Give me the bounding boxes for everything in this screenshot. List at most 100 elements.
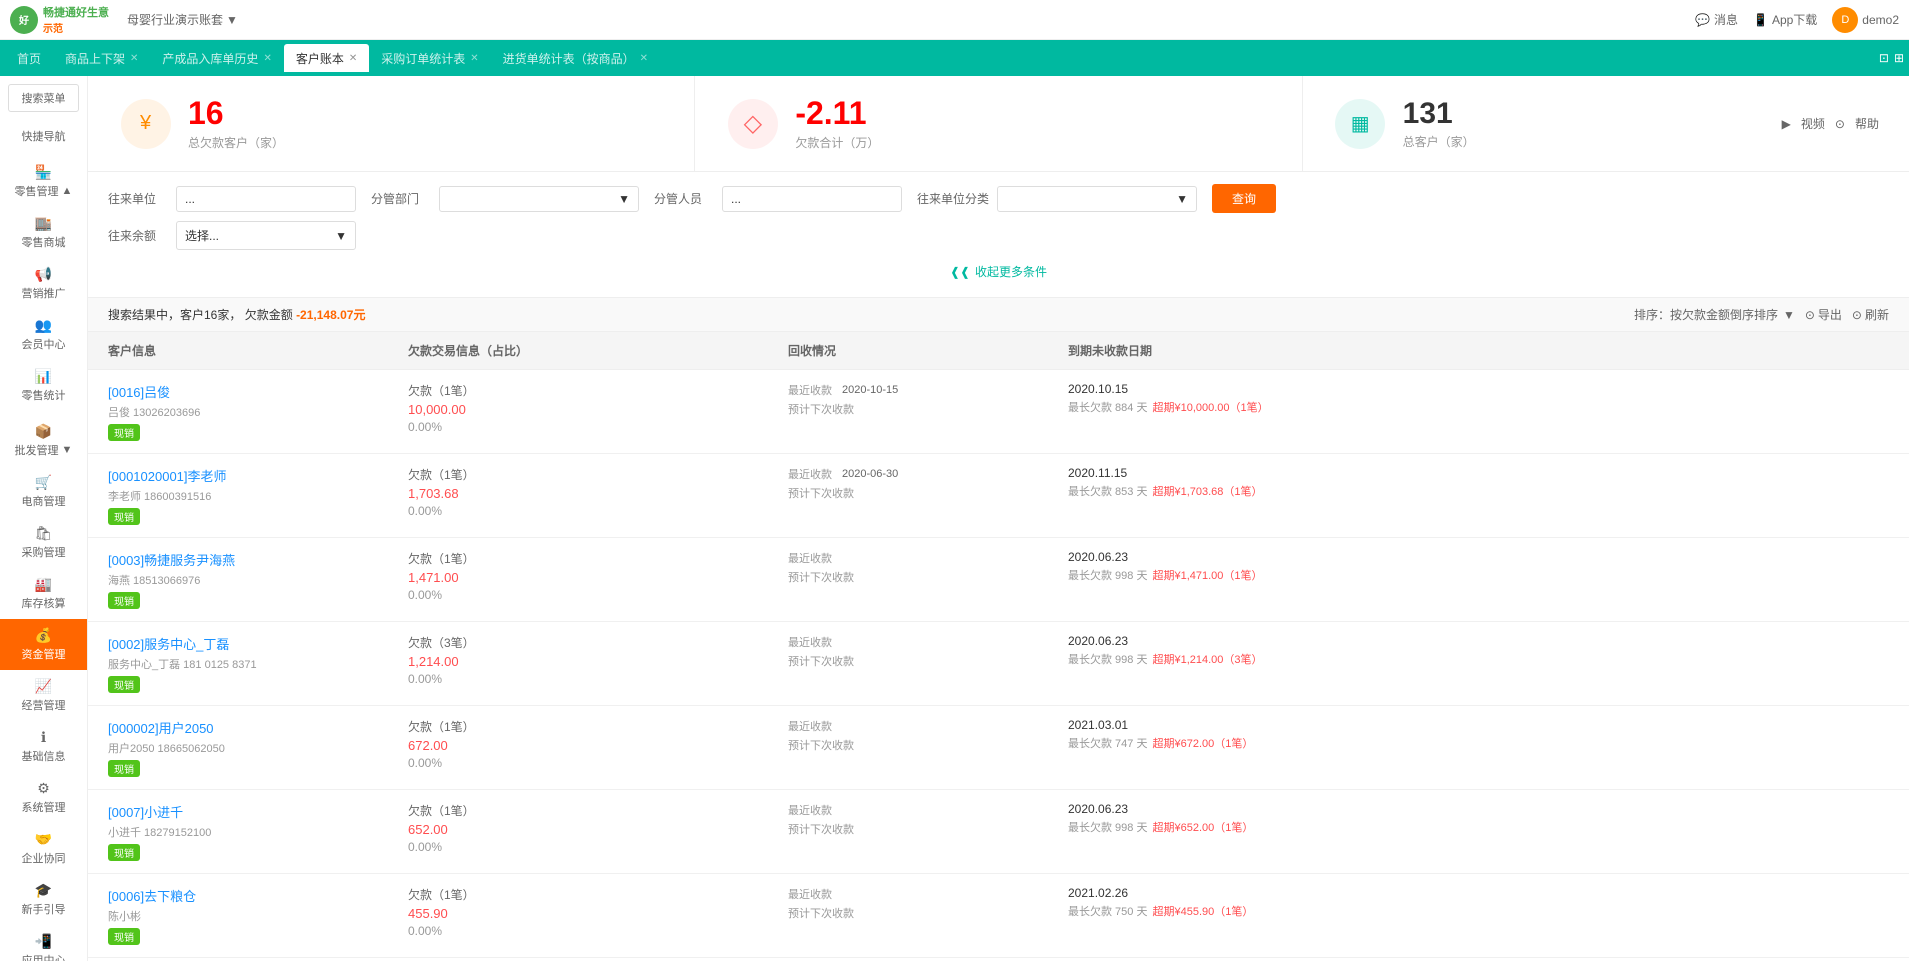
sys-label: 系统管理: [22, 799, 66, 815]
header-payment: 回收情况: [788, 342, 1068, 359]
customer-name-5[interactable]: [0007]小进千: [108, 802, 408, 821]
customer-contact-6: 陈小彬: [108, 908, 408, 924]
close-stock-stat-icon[interactable]: ✕: [640, 53, 648, 64]
payment-next-0: 预计下次收款: [788, 401, 1068, 417]
customer-name-6[interactable]: [0006]去下粮仓: [108, 886, 408, 905]
inventory-icon: 🏭: [35, 576, 52, 593]
overdue-amount-0[interactable]: 超期¥10,000.00（1笔）: [1152, 399, 1268, 415]
sidebar-item-basic[interactable]: ℹ 基础信息: [0, 721, 87, 772]
filter-unit-class: 往来单位分类 ▼: [917, 186, 1197, 212]
user-area[interactable]: D demo2: [1832, 7, 1899, 33]
logo-area: 好 畅捷通好生意 示范: [10, 4, 109, 35]
debt-amount-5[interactable]: 652.00: [408, 822, 788, 837]
debt-amount-2[interactable]: 1,471.00: [408, 570, 788, 585]
content-area: ¥ 16 总欠款客户（家） ◇ -2.11 欠款合计（万）: [88, 76, 1909, 961]
payment-next-3: 预计下次收款: [788, 653, 1068, 669]
refresh-btn[interactable]: ⊙ 刷新: [1852, 306, 1889, 323]
customer-name-0[interactable]: [0016]吕俊: [108, 382, 408, 401]
dept-input[interactable]: ▼: [439, 186, 639, 212]
sidebar-item-retail-mgmt[interactable]: 🏪 零售管理 ▲: [0, 156, 87, 207]
sidebar-item-app-center[interactable]: 📲 应用中心: [0, 925, 87, 961]
sidebar-item-sys[interactable]: ⚙ 系统管理: [0, 772, 87, 823]
overdue-days-1: 最长欠款 853 天: [1068, 483, 1147, 499]
tab-customer-account[interactable]: 客户账本 ✕: [284, 44, 369, 72]
debt-amount-6[interactable]: 455.90: [408, 906, 788, 921]
tab-purchase-order[interactable]: 采购订单统计表 ✕: [369, 44, 490, 72]
close-purchase-order-icon[interactable]: ✕: [470, 53, 478, 64]
tab-home[interactable]: 首页: [5, 44, 53, 72]
filter-area: 往来单位 ... 分管部门 ▼ 分管人员 ...: [88, 172, 1909, 298]
tab-products[interactable]: 商品上下架 ✕: [53, 44, 150, 72]
sidebar-item-marketing[interactable]: 📢 营销推广: [0, 258, 87, 309]
overdue-amount-1[interactable]: 超期¥1,703.68（1笔）: [1152, 483, 1262, 499]
industry-selector[interactable]: 母婴行业演示账套 ▼: [119, 9, 246, 30]
sidebar-item-inventory[interactable]: 🏭 库存核算: [0, 568, 87, 619]
close-products-icon[interactable]: ✕: [130, 53, 138, 64]
help-icon: ⊙: [1835, 117, 1845, 131]
query-button[interactable]: 查询: [1212, 184, 1276, 213]
close-production-icon[interactable]: ✕: [263, 53, 271, 64]
header-customer: 客户信息: [108, 342, 408, 359]
overdue-date-4: 2021.03.01: [1068, 718, 1889, 732]
customer-name-3[interactable]: [0002]服务中心_丁磊: [108, 634, 408, 653]
debt-amount-4[interactable]: 672.00: [408, 738, 788, 753]
debt-cell-4: 欠款（1笔） 672.00 0.00%: [408, 718, 788, 777]
sidebar-item-retail-store[interactable]: 🏬 零售商城: [0, 207, 87, 258]
result-bar: 搜索结果中，客户16家， 欠款金额 -21,148.07元 排序：按欠款金额倒序…: [88, 298, 1909, 332]
customer-name-4[interactable]: [000002]用户2050: [108, 718, 408, 737]
payment-label-1: 最近收款: [788, 466, 832, 482]
tab-production[interactable]: 产成品入库单历史 ✕: [150, 44, 283, 72]
overdue-amount-4[interactable]: 超期¥672.00（1笔）: [1152, 735, 1253, 751]
sidebar-item-newbie[interactable]: 🎓 新手引导: [0, 874, 87, 925]
payment-label-3: 最近收款: [788, 634, 832, 650]
sidebar-item-purchase[interactable]: 🛍 采购管理: [0, 517, 87, 568]
sidebar-item-capital[interactable]: 💰 资金管理: [0, 619, 87, 670]
manager-input[interactable]: ...: [722, 186, 902, 212]
table-body: [0016]吕俊 吕俊 13026203696 现销 欠款（1笔） 10,000…: [88, 370, 1909, 961]
newbie-label: 新手引导: [22, 901, 66, 917]
sidebar-item-ecom[interactable]: 🛒 电商管理: [0, 466, 87, 517]
customer-name-1[interactable]: [0001020001]李老师: [108, 466, 408, 485]
balance-select[interactable]: 选择... ▼: [176, 221, 356, 250]
debt-amount-3[interactable]: 1,214.00: [408, 654, 788, 669]
sort-selector[interactable]: 排序：按欠款金额倒序排序 ▼: [1634, 306, 1795, 323]
stat-label-2: 欠款合计（万）: [795, 134, 879, 151]
retail-stat-icon: 📊: [35, 368, 52, 385]
export-btn[interactable]: ⊙ 导出: [1805, 306, 1842, 323]
sidebar-search-area: 搜索菜单: [0, 76, 87, 120]
sidebar-item-ops[interactable]: 📈 经营管理: [0, 670, 87, 721]
mobile-icon: 📱: [1753, 13, 1768, 27]
table-header: 客户信息 欠款交易信息（占比） 回收情况 到期未收款日期: [88, 332, 1909, 370]
collapse-btn[interactable]: ❰❰ 收起更多条件: [108, 258, 1889, 285]
customer-name-2[interactable]: [0003]畅捷服务尹海燕: [108, 550, 408, 569]
search-menu-btn[interactable]: 搜索菜单: [8, 84, 79, 112]
payment-cell-2: 最近收款 预计下次收款: [788, 550, 1068, 609]
table-row: [0007]小进千 小进千 18279152100 现销 欠款（1笔） 652.…: [88, 790, 1909, 874]
close-customer-account-icon[interactable]: ✕: [349, 53, 357, 64]
unit-class-input[interactable]: ▼: [997, 186, 1197, 212]
quick-nav-btn[interactable]: 快捷导航: [0, 120, 87, 152]
debt-amount-0[interactable]: 10,000.00: [408, 402, 788, 417]
stat-icon-1: ¥: [118, 96, 173, 151]
customer-cell-3: [0002]服务中心_丁磊 服务中心_丁磊 181 0125 8371 现销: [108, 634, 408, 693]
overdue-amount-2[interactable]: 超期¥1,471.00（1笔）: [1152, 567, 1262, 583]
message-btn[interactable]: 💬 消息: [1695, 11, 1738, 28]
collapse-icon: ❰❰: [950, 265, 970, 279]
source-unit-input[interactable]: ...: [176, 186, 356, 212]
tab-minimize-icon[interactable]: ⊡: [1879, 51, 1889, 65]
overdue-amount-5[interactable]: 超期¥652.00（1笔）: [1152, 819, 1253, 835]
overdue-amount-6[interactable]: 超期¥455.90（1笔）: [1152, 903, 1253, 919]
sidebar-item-batch-mgmt[interactable]: 📦 批发管理 ▼: [0, 415, 87, 466]
brand-label: 示范: [43, 20, 109, 35]
tab-maximize-icon[interactable]: ⊞: [1894, 51, 1904, 65]
sidebar-item-enterprise-collab[interactable]: 🤝 企业协同: [0, 823, 87, 874]
basic-label: 基础信息: [22, 748, 66, 764]
payment-next-5: 预计下次收款: [788, 821, 1068, 837]
sidebar-item-retail-stat[interactable]: 📊 零售统计: [0, 360, 87, 411]
overdue-amount-3[interactable]: 超期¥1,214.00（3笔）: [1152, 651, 1262, 667]
tab-stock-stat[interactable]: 进货单统计表（按商品） ✕: [491, 44, 660, 72]
debt-amount-1[interactable]: 1,703.68: [408, 486, 788, 501]
sidebar-item-member[interactable]: 👥 会员中心: [0, 309, 87, 360]
app-download-btn[interactable]: 📱 App下载: [1753, 11, 1817, 28]
customer-cell-5: [0007]小进千 小进千 18279152100 现销: [108, 802, 408, 861]
